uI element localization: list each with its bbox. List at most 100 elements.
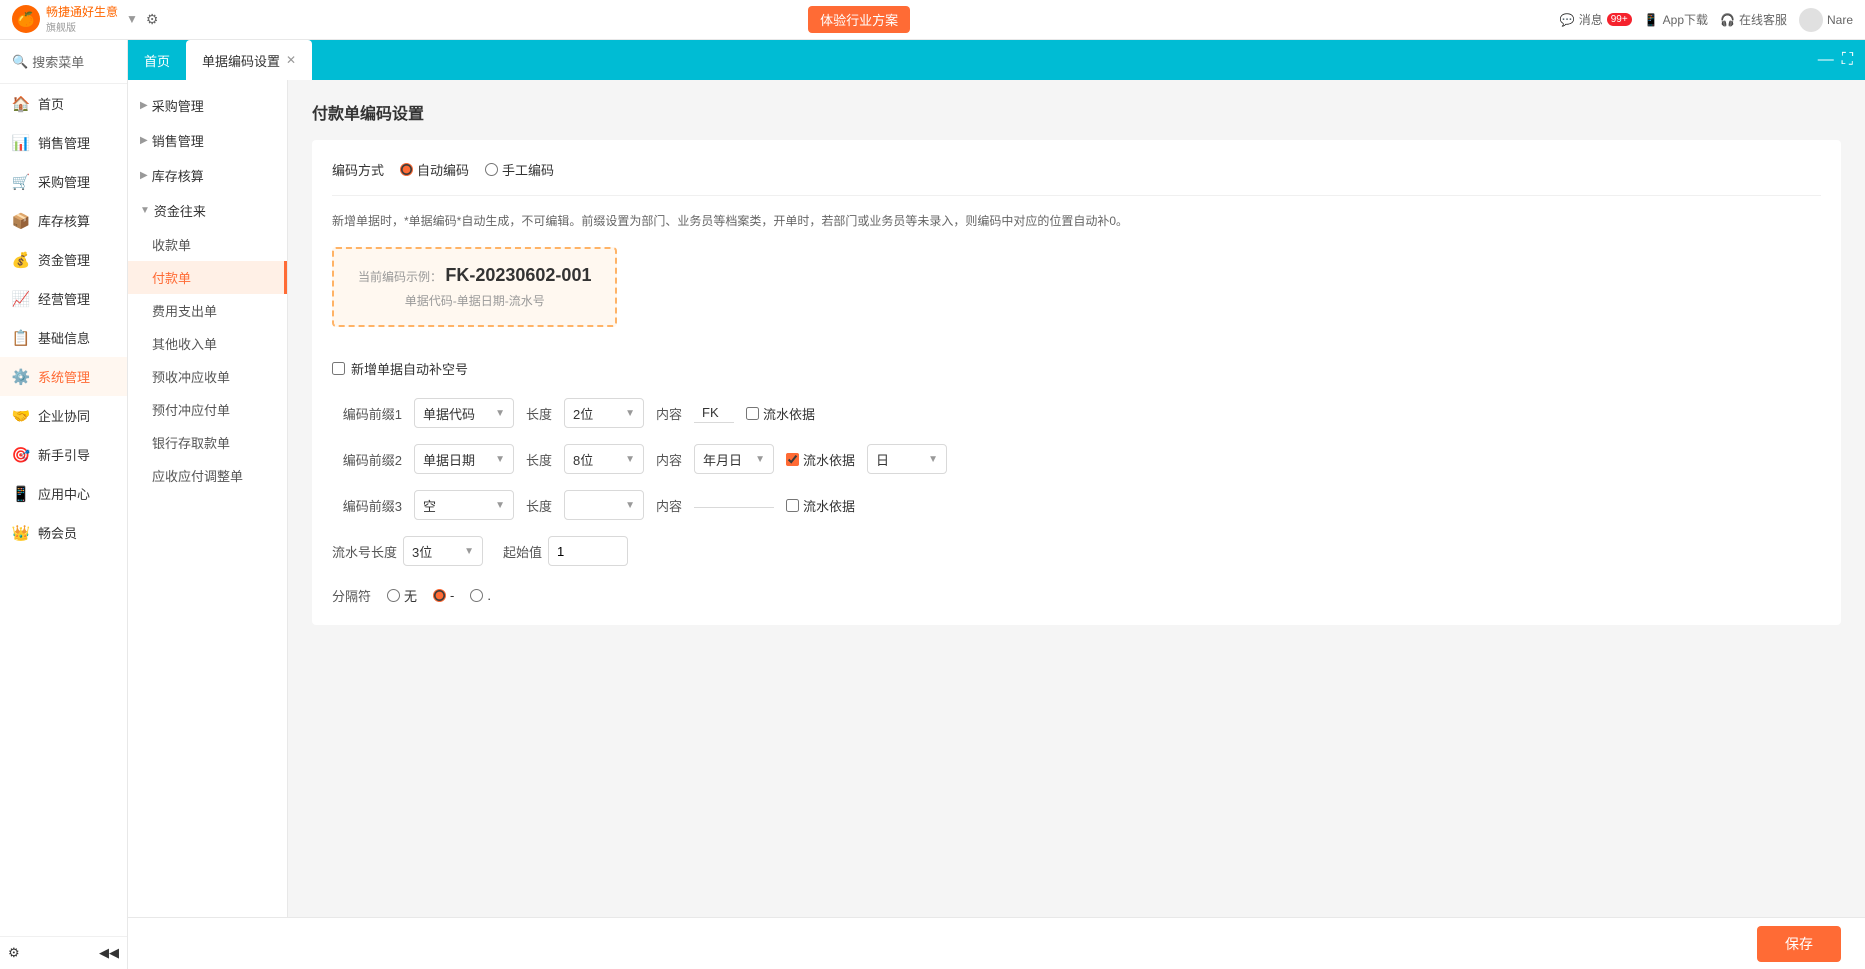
- length3-select[interactable]: ▼: [564, 490, 644, 520]
- online-service-btn[interactable]: 🎧 在线客服: [1720, 11, 1787, 28]
- tab-encoding-settings[interactable]: 单据编码设置 ✕: [186, 40, 312, 80]
- arrow-right-icon: ▶: [140, 100, 148, 111]
- sidebar-item-finance[interactable]: 💰 资金管理: [0, 240, 127, 279]
- auto-encode-option[interactable]: 自动编码: [400, 160, 469, 179]
- sub-group-purchase-title[interactable]: ▶ 采购管理: [128, 88, 287, 123]
- serial1-checkbox-label[interactable]: 流水依据: [746, 404, 815, 423]
- logo-text-area: 畅捷通好生意 旗舰版: [46, 5, 118, 34]
- message-btn[interactable]: 💬 消息 99+: [1560, 11, 1632, 28]
- serial1-checkbox[interactable]: [746, 407, 759, 420]
- sidebar-item-app-center[interactable]: 📱 应用中心: [0, 474, 127, 513]
- logo-icon: 🍊: [12, 5, 40, 33]
- content2-select[interactable]: 年月日 ▼: [694, 444, 774, 474]
- sub-group-sales-title[interactable]: ▶ 销售管理: [128, 123, 287, 158]
- sub-item-other-income[interactable]: 其他收入单: [128, 327, 287, 360]
- auto-fill-checkbox[interactable]: [332, 362, 345, 375]
- manual-encode-radio[interactable]: [485, 163, 498, 176]
- main-content: 付款单编码设置 编码方式 自动编码 手工编码: [288, 80, 1865, 917]
- sidebar-item-home[interactable]: 🏠 首页: [0, 84, 127, 123]
- app-center-icon: 📱: [12, 485, 30, 503]
- home-icon: 🏠: [12, 95, 30, 113]
- save-button[interactable]: 保存: [1757, 926, 1841, 962]
- sidebar-item-cooperation[interactable]: 🤝 企业协同: [0, 396, 127, 435]
- sidebar-item-guide[interactable]: 🎯 新手引导: [0, 435, 127, 474]
- sidebar-search-btn[interactable]: 🔍 搜索菜单: [8, 48, 119, 75]
- length2-value: 8位: [573, 450, 593, 469]
- auto-encode-radio[interactable]: [400, 163, 413, 176]
- prefix2-value: 单据日期: [423, 450, 475, 469]
- tab-home[interactable]: 首页: [128, 40, 186, 80]
- arrow-right-icon: ▶: [140, 170, 148, 181]
- sidebar-item-inventory[interactable]: 📦 库存核算: [0, 201, 127, 240]
- sep-dot-option[interactable]: .: [470, 588, 491, 603]
- experience-btn[interactable]: 体验行业方案: [808, 6, 910, 33]
- code-preview-value: FK-20230602-001: [445, 265, 591, 285]
- chevron-down-icon: ▼: [625, 500, 635, 511]
- sub-item-prepay-payable[interactable]: 预付冲应付单: [128, 393, 287, 426]
- page-title: 付款单编码设置: [312, 100, 1841, 124]
- user-name: Nare: [1827, 13, 1853, 27]
- sep-none-radio[interactable]: [387, 589, 400, 602]
- serial2-unit-select[interactable]: 日 ▼: [867, 444, 947, 474]
- sidebar-item-purchase[interactable]: 🛒 采购管理: [0, 162, 127, 201]
- prefix1-value: 单据代码: [423, 404, 475, 423]
- cooperation-icon: 🤝: [12, 407, 30, 425]
- member-icon: 👑: [12, 524, 30, 542]
- serial2-checkbox[interactable]: [786, 453, 799, 466]
- user-area[interactable]: Nare: [1799, 8, 1853, 32]
- sub-item-bank[interactable]: 银行存取款单: [128, 426, 287, 459]
- sub-item-receipt[interactable]: 收款单: [128, 228, 287, 261]
- sep-dash-radio[interactable]: [433, 589, 446, 602]
- operations-icon: 📈: [12, 290, 30, 308]
- sidebar-item-label: 企业协同: [38, 406, 90, 425]
- prefix1-label: 编码前缀1: [332, 404, 402, 423]
- arrow-right-icon: ▶: [140, 135, 148, 146]
- serial3-checkbox-label[interactable]: 流水依据: [786, 496, 855, 515]
- sep-dot-radio[interactable]: [470, 589, 483, 602]
- sidebar-item-basic-info[interactable]: 📋 基础信息: [0, 318, 127, 357]
- sub-item-prepay-receivable[interactable]: 预收冲应收单: [128, 360, 287, 393]
- prefix3-select[interactable]: 空 ▼: [414, 490, 514, 520]
- start-value-input[interactable]: [548, 536, 628, 566]
- tab-minimize-icon[interactable]: —: [1818, 51, 1834, 69]
- sidebar-item-system[interactable]: ⚙️ 系统管理: [0, 357, 127, 396]
- settings-icon[interactable]: ⚙: [8, 945, 20, 961]
- sidebar-item-label: 经营管理: [38, 289, 90, 308]
- sep-dash-option[interactable]: -: [433, 588, 454, 603]
- serial-length-value: 3位: [412, 542, 432, 561]
- length2-select[interactable]: 8位 ▼: [564, 444, 644, 474]
- basic-info-icon: 📋: [12, 329, 30, 347]
- serial2-checkbox-label[interactable]: 流水依据: [786, 450, 855, 469]
- sub-item-expense[interactable]: 费用支出单: [128, 294, 287, 327]
- collapse-icon[interactable]: ◀◀: [99, 945, 119, 961]
- sidebar-bottom: ⚙ ◀◀: [0, 936, 127, 969]
- app-download-btn[interactable]: 📱 App下载: [1644, 11, 1708, 28]
- content2-label: 内容: [656, 450, 682, 469]
- sub-sidebar: ▶ 采购管理 ▶ 销售管理 ▶ 库存核算: [128, 80, 288, 917]
- sub-group-inventory-title[interactable]: ▶ 库存核算: [128, 158, 287, 193]
- sidebar: 🔍 搜索菜单 🏠 首页 📊 销售管理 🛒 采购管理 📦 库存核算 💰: [0, 40, 128, 969]
- sidebar-search[interactable]: 🔍 搜索菜单: [0, 40, 127, 84]
- serial3-checkbox[interactable]: [786, 499, 799, 512]
- prefix2-select[interactable]: 单据日期 ▼: [414, 444, 514, 474]
- tab-close-icon[interactable]: ✕: [286, 53, 296, 67]
- chevron-down-icon[interactable]: ▼: [126, 12, 138, 26]
- sub-item-adjustment[interactable]: 应收应付调整单: [128, 459, 287, 492]
- gear-icon[interactable]: ⚙: [146, 11, 159, 28]
- tab-maximize-icon[interactable]: ⛶: [1842, 51, 1853, 69]
- sidebar-item-operations[interactable]: 📈 经营管理: [0, 279, 127, 318]
- length1-select[interactable]: 2位 ▼: [564, 398, 644, 428]
- sep-none-option[interactable]: 无: [387, 586, 417, 605]
- sidebar-item-member[interactable]: 👑 畅会员: [0, 513, 127, 552]
- length3-label: 长度: [526, 496, 552, 515]
- chevron-down-icon: ▼: [755, 454, 765, 465]
- manual-encode-option[interactable]: 手工编码: [485, 160, 554, 179]
- serial-length-select[interactable]: 3位 ▼: [403, 536, 483, 566]
- sidebar-item-sales[interactable]: 📊 销售管理: [0, 123, 127, 162]
- top-bar: 🍊 畅捷通好生意 旗舰版 ▼ ⚙ 体验行业方案 💬 消息 99+ 📱 App下载…: [0, 0, 1865, 40]
- content-area: ▶ 采购管理 ▶ 销售管理 ▶ 库存核算: [128, 80, 1865, 917]
- prefix1-select[interactable]: 单据代码 ▼: [414, 398, 514, 428]
- sub-group-finance-title[interactable]: ▼ 资金往来: [128, 193, 287, 228]
- message-badge: 99+: [1607, 13, 1632, 26]
- sub-item-payment[interactable]: 付款单: [128, 261, 287, 294]
